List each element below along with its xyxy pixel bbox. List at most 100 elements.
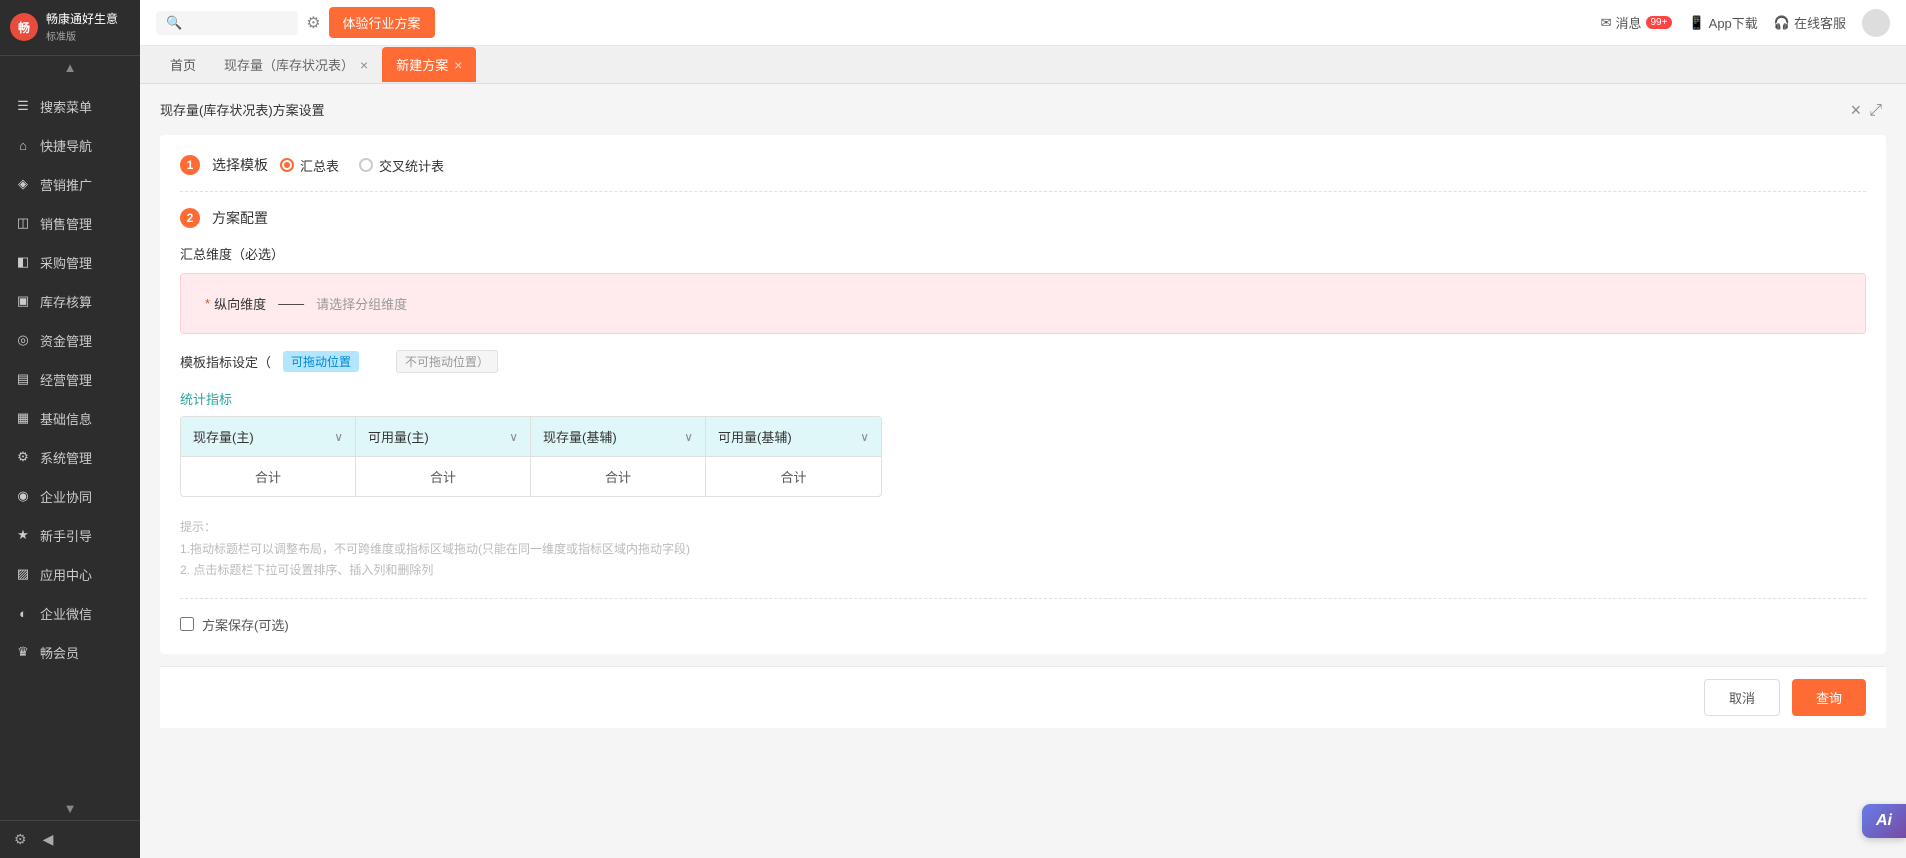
scroll-up-btn[interactable]: ▲ <box>0 56 140 79</box>
search-box[interactable]: 🔍 <box>156 11 298 35</box>
sidebar-item-corp-protocol[interactable]: ◉ 企业协同 <box>0 477 140 516</box>
template-radio-group: 汇总表 交叉统计表 <box>280 156 444 175</box>
tab-inventory-status[interactable]: 现存量（库存状况表） × <box>210 47 382 82</box>
sidebar-item-app-center[interactable]: ▨ 应用中心 <box>0 555 140 594</box>
sidebar-nav: ☰ 搜索菜单 ⌂ 快捷导航 ◈ 营销推广 ◫ 销售管理 ◧ 采购管理 ▣ 库存核… <box>0 79 140 797</box>
sidebar-item-label: 系统管理 <box>40 448 92 467</box>
sidebar-item-label: 销售管理 <box>40 214 92 233</box>
search-icon: 🔍 <box>166 15 182 31</box>
footer-settings-icon[interactable]: ⚙ <box>14 831 27 848</box>
step1-num: 1 <box>180 155 200 175</box>
settings-icon: ⚙ <box>14 448 32 466</box>
col-2-header[interactable]: 可用量(主) ∨ <box>356 417 530 456</box>
sidebar-item-label: 搜索菜单 <box>40 97 92 116</box>
col-2: 可用量(主) ∨ <box>356 417 531 456</box>
chart-icon: ◫ <box>14 214 32 232</box>
col-1-header[interactable]: 现存量(主) ∨ <box>181 417 355 456</box>
sidebar-item-label: 资金管理 <box>40 331 92 350</box>
sidebar-item-search-menu[interactable]: ☰ 搜索菜单 <box>0 87 140 126</box>
tab1-close-icon[interactable]: × <box>360 58 368 72</box>
info-icon: ▦ <box>14 409 32 427</box>
sidebar-item-quick-nav[interactable]: ⌂ 快捷导航 <box>0 126 140 165</box>
tab-new-plan[interactable]: 新建方案 × <box>382 47 476 82</box>
phone-icon: 📱 <box>1688 15 1704 31</box>
panel-expand-btn[interactable]: ⤢ <box>1869 100 1882 121</box>
panel-close-btn[interactable]: × <box>1851 100 1862 121</box>
search-menu-icon: ☰ <box>14 97 32 115</box>
indicator-settings-label: 模板指标设定（ <box>180 352 271 371</box>
message-badge: 99+ <box>1646 16 1673 29</box>
app-download-btn[interactable]: 📱 App下载 <box>1688 13 1757 32</box>
dimension-box[interactable]: * 纵向维度 —— 请选择分组维度 <box>180 273 1866 334</box>
app-name: 畅康通好生意 <box>46 12 118 28</box>
trial-btn[interactable]: 体验行业方案 <box>329 7 435 38</box>
main-panel: 1 选择模板 汇总表 交叉统计表 2 方案配置 <box>160 135 1886 654</box>
home-icon: ⌂ <box>14 136 32 154</box>
star-icon: ★ <box>14 526 32 544</box>
col-2-chevron: ∨ <box>509 430 518 444</box>
col-4-body: 合计 <box>706 456 881 496</box>
sidebar-item-label: 基础信息 <box>40 409 92 428</box>
save-checkbox[interactable] <box>180 617 194 631</box>
col-1: 现存量(主) ∨ <box>181 417 356 456</box>
sidebar-item-label: 营销推广 <box>40 175 92 194</box>
tips-title: 提示： <box>180 520 216 534</box>
main-area: 🔍 ⚙ 体验行业方案 ✉ 消息 99+ 📱 App下载 🎧 在线客服 <box>140 0 1906 858</box>
sidebar-item-inventory[interactable]: ▣ 库存核算 <box>0 282 140 321</box>
sidebar-item-purchase-mgmt[interactable]: ◧ 采购管理 <box>0 243 140 282</box>
online-service-btn[interactable]: 🎧 在线客服 <box>1774 13 1846 32</box>
radio-summary-label: 汇总表 <box>300 156 339 175</box>
tab-home[interactable]: 首页 <box>156 47 210 82</box>
topbar: 🔍 ⚙ 体验行业方案 ✉ 消息 99+ 📱 App下载 🎧 在线客服 <box>140 0 1906 46</box>
money-icon: ◎ <box>14 331 32 349</box>
sidebar-item-basic-info[interactable]: ▦ 基础信息 <box>0 399 140 438</box>
col-3: 现存量(基辅) ∨ <box>531 417 706 456</box>
required-mark: * <box>205 296 210 311</box>
sidebar-item-label: 畅会员 <box>40 643 79 662</box>
col-3-header[interactable]: 现存量(基辅) ∨ <box>531 417 705 456</box>
tip-item-1: 1.拖动标题栏可以调整布局，不可跨维度或指标区域拖动(只能在同一维度或指标区域内… <box>180 539 1866 561</box>
search-input[interactable] <box>188 16 288 30</box>
radio-summary[interactable]: 汇总表 <box>280 156 339 175</box>
col-2-summary: 合计 <box>356 456 530 496</box>
indicator-sep <box>371 352 384 371</box>
col-3-chevron: ∨ <box>684 430 693 444</box>
sidebar-item-label: 快捷导航 <box>40 136 92 155</box>
message-btn[interactable]: ✉ 消息 99+ <box>1601 13 1673 32</box>
headset-icon: 🎧 <box>1774 15 1790 31</box>
footer-collapse-icon[interactable]: ◀ <box>43 831 54 848</box>
sidebar-item-sales-mgmt[interactable]: ◫ 销售管理 <box>0 204 140 243</box>
col-4-header[interactable]: 可用量(基辅) ∨ <box>706 417 881 456</box>
sidebar: 畅 畅康通好生意 标准版 ▲ ☰ 搜索菜单 ⌂ 快捷导航 ◈ 营销推广 ◫ 销售… <box>0 0 140 858</box>
step2-num: 2 <box>180 208 200 228</box>
user-avatar[interactable] <box>1862 9 1890 37</box>
sidebar-logo: 畅 畅康通好生意 标准版 <box>0 0 140 56</box>
scroll-down-btn[interactable]: ▼ <box>0 797 140 820</box>
col-2-body: 合计 <box>356 456 531 496</box>
sidebar-item-marketing[interactable]: ◈ 营销推广 <box>0 165 140 204</box>
col-1-chevron: ∨ <box>334 430 343 444</box>
stats-table-body: 合计 合计 合计 合计 <box>181 456 881 496</box>
divider1 <box>180 191 1866 192</box>
sidebar-item-label: 应用中心 <box>40 565 92 584</box>
ai-floating-btn[interactable]: Ai <box>1862 804 1906 838</box>
tabs-bar: 首页 现存量（库存状况表） × 新建方案 × <box>140 46 1906 84</box>
tips-section: 提示： 1.拖动标题栏可以调整布局，不可跨维度或指标区域拖动(只能在同一维度或指… <box>180 517 1866 582</box>
radio-cross-circle <box>359 158 373 172</box>
sidebar-item-vip[interactable]: ♛ 畅会员 <box>0 633 140 672</box>
sidebar-item-new-guide[interactable]: ★ 新手引导 <box>0 516 140 555</box>
page-title: 现存量(库存状况表)方案设置 <box>160 100 1886 119</box>
logo-icon: 畅 <box>10 13 38 41</box>
sidebar-item-sys-mgmt[interactable]: ⚙ 系统管理 <box>0 438 140 477</box>
sidebar-item-ops-mgmt[interactable]: ▤ 经营管理 <box>0 360 140 399</box>
tab2-close-icon[interactable]: × <box>454 58 462 72</box>
crown-icon: ♛ <box>14 643 32 661</box>
sidebar-item-corp-wechat[interactable]: ◐ 企业微信 <box>0 594 140 633</box>
radio-cross[interactable]: 交叉统计表 <box>359 156 444 175</box>
topbar-settings-icon[interactable]: ⚙ <box>306 13 320 33</box>
dimension-section-label: 汇总维度（必选） <box>180 244 1866 263</box>
cancel-button[interactable]: 取消 <box>1704 679 1780 716</box>
dimension-placeholder: 请选择分组维度 <box>316 294 407 313</box>
query-button[interactable]: 查询 <box>1792 679 1866 716</box>
sidebar-item-finance[interactable]: ◎ 资金管理 <box>0 321 140 360</box>
